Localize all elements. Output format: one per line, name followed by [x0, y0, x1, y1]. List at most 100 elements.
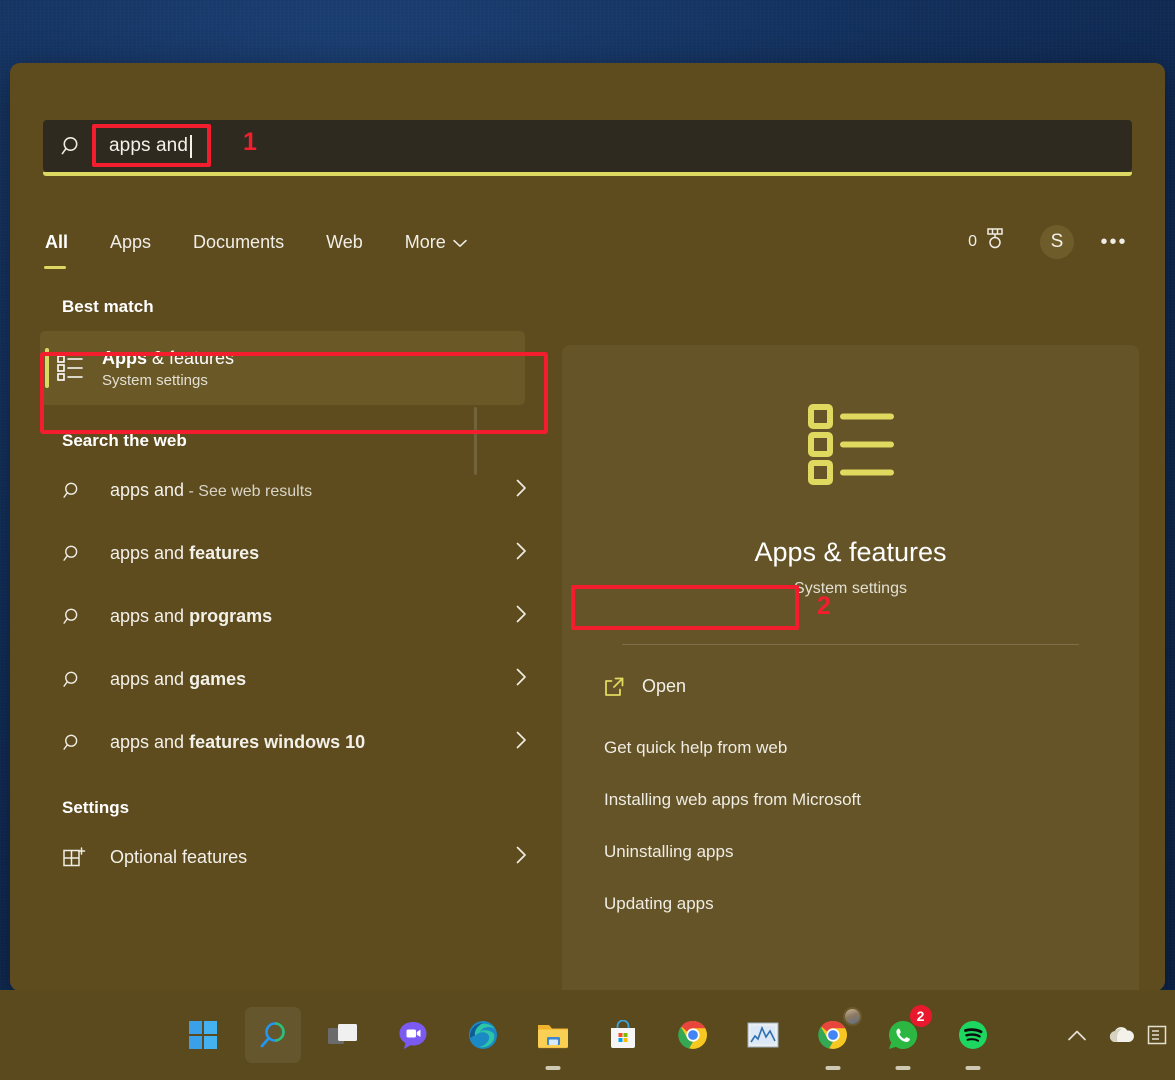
help-heading: Get quick help from web — [604, 738, 788, 757]
square-icon — [1147, 1025, 1167, 1045]
search-icon — [43, 134, 101, 158]
detail-panel: Apps & features System settings Open Get… — [562, 345, 1139, 991]
web-result-suffix-2: programs — [189, 606, 273, 626]
search-icon — [62, 606, 110, 627]
apps-list-icon — [40, 353, 102, 383]
list-item-label: apps and programs — [110, 606, 272, 627]
list-item[interactable]: apps and features — [10, 522, 555, 585]
onedrive-tray-icon[interactable] — [1101, 1013, 1141, 1057]
avatar[interactable]: S — [1040, 225, 1074, 259]
search-button[interactable] — [244, 1007, 301, 1063]
tray-overflow-icon[interactable] — [1145, 1013, 1171, 1057]
web-result-prefix-1: apps and — [110, 543, 190, 563]
rewards-button[interactable]: 0 — [968, 227, 1006, 258]
file-explorer-button[interactable] — [525, 1007, 581, 1070]
help-link[interactable]: Updating apps — [562, 878, 1139, 930]
list-item[interactable]: apps and features windows 10 — [10, 711, 555, 774]
list-item-label: apps and games — [110, 669, 246, 690]
search-icon — [62, 732, 110, 753]
rewards-count: 0 — [968, 233, 977, 250]
help-link-label: Installing web apps from Microsoft — [604, 790, 861, 809]
microsoft-store-button[interactable] — [595, 1007, 651, 1063]
chart-icon — [747, 1022, 778, 1048]
cloud-icon — [1109, 1027, 1134, 1042]
web-result-muted-0: - See web results — [184, 483, 313, 500]
task-view-button[interactable] — [315, 1007, 371, 1063]
web-result-suffix-1: features — [189, 543, 260, 563]
annotation-number-1: 1 — [243, 128, 257, 156]
tab-apps[interactable]: Apps — [108, 228, 153, 257]
status-badge: 2 — [909, 1005, 932, 1027]
help-link-label: Uninstalling apps — [604, 842, 734, 861]
sidebar-item-label: Optional features — [110, 847, 248, 867]
results-list: Best match Apps & features System settin… — [10, 285, 555, 991]
tab-more-label: More — [404, 231, 446, 252]
best-match-title-rest: & features — [147, 347, 235, 368]
results-scrollbar[interactable] — [474, 407, 477, 475]
chevron-right-icon — [516, 668, 527, 691]
windows-logo-icon — [188, 1021, 217, 1049]
running-indicator — [545, 1066, 560, 1070]
chrome-button[interactable] — [665, 1007, 721, 1063]
tab-more[interactable]: More — [403, 228, 469, 257]
search-flyout-panel: apps and All Apps Documents Web More 0 S… — [10, 63, 1165, 991]
taskbar-items: 2 — [168, 1005, 1008, 1070]
web-result-prefix-2: apps and — [110, 606, 190, 626]
search-input-text-wrap: apps and — [101, 128, 200, 164]
chevron-right-icon — [516, 542, 527, 565]
tab-documents-label: Documents — [193, 231, 285, 252]
microsoft-store-icon — [610, 1020, 635, 1048]
whatsapp-button[interactable]: 2 — [875, 1005, 932, 1070]
avatar-initial: S — [1050, 231, 1064, 252]
medal-icon — [984, 227, 1006, 258]
tab-web[interactable]: Web — [324, 228, 365, 257]
charts-app-button[interactable] — [735, 1007, 791, 1063]
text-cursor — [189, 134, 192, 158]
best-match-subtitle: System settings — [102, 371, 208, 389]
search-icon — [62, 543, 110, 564]
spotify-icon — [958, 1021, 987, 1049]
edge-button[interactable] — [455, 1007, 511, 1063]
tab-all[interactable]: All — [43, 228, 70, 269]
list-item[interactable]: apps and games — [10, 648, 555, 711]
more-options-button[interactable]: ••• — [1096, 225, 1132, 259]
chevron-down-icon — [453, 232, 467, 253]
header-right-group: 0 S ••• — [968, 225, 1132, 259]
show-hidden-icons-button[interactable] — [1057, 1013, 1097, 1057]
system-tray — [1057, 1013, 1171, 1057]
best-match-title-bold: Apps — [102, 347, 147, 368]
edge-icon — [468, 1021, 497, 1049]
help-link[interactable]: Installing web apps from Microsoft — [562, 774, 1139, 826]
open-button[interactable]: Open — [586, 663, 1091, 710]
chat-button[interactable] — [385, 1007, 441, 1063]
web-result-suffix-4: features windows 10 — [189, 732, 366, 752]
settings-section-heading: Settings — [62, 798, 130, 817]
start-button[interactable] — [175, 1007, 231, 1063]
running-indicator — [965, 1066, 980, 1070]
list-item-label: apps and features — [110, 543, 259, 564]
divider — [622, 644, 1079, 645]
web-result-prefix-0: apps and — [110, 480, 185, 500]
tab-documents[interactable]: Documents — [191, 228, 286, 257]
best-match-row[interactable]: Apps & features System settings — [40, 331, 525, 405]
search-input[interactable]: apps and — [43, 120, 1132, 176]
search-input-text: apps and — [109, 135, 188, 156]
open-button-label: Open — [642, 676, 687, 696]
search-bar-container: apps and — [43, 120, 1132, 176]
web-result-suffix-3: games — [189, 669, 247, 689]
chrome-profile-button[interactable] — [805, 1007, 862, 1070]
help-link[interactable]: Uninstalling apps — [562, 826, 1139, 878]
best-match-heading: Best match — [62, 297, 154, 316]
more-options-label: ••• — [1100, 230, 1128, 253]
running-indicator — [895, 1066, 910, 1070]
annotation-number-2: 2 — [817, 592, 831, 620]
tab-web-label: Web — [326, 231, 363, 252]
list-item-label: apps and features windows 10 — [110, 732, 365, 753]
sidebar-item-optional-features[interactable]: Optional features — [10, 826, 555, 889]
task-view-icon — [327, 1024, 357, 1044]
spotify-button[interactable] — [945, 1007, 1001, 1070]
search-icon — [62, 480, 110, 501]
chat-icon — [399, 1022, 426, 1049]
list-item[interactable]: apps and programs — [10, 585, 555, 648]
taskbar: 2 — [0, 990, 1175, 1080]
